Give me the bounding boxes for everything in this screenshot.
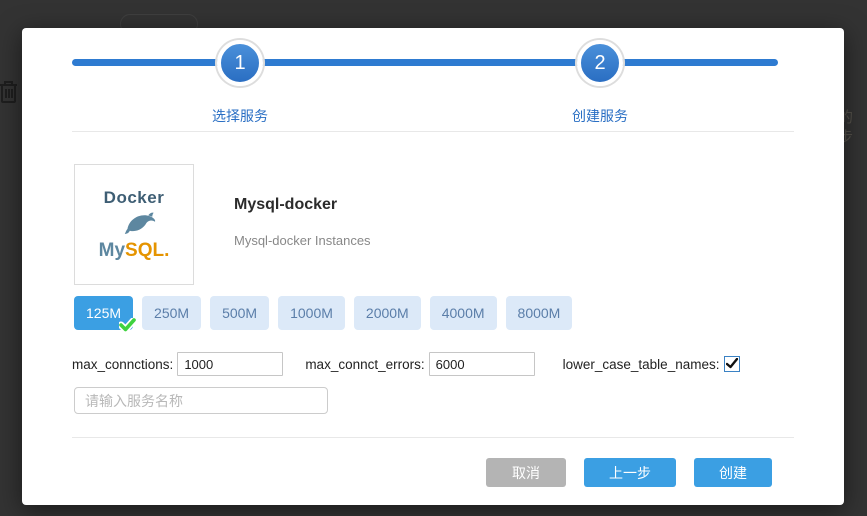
footer-actions: 取消 上一步 创建 <box>486 458 772 487</box>
stepper-progress-bar <box>72 59 778 66</box>
memory-option-250m[interactable]: 250M <box>142 296 202 330</box>
step-1-label[interactable]: 选择服务 <box>212 106 268 126</box>
previous-step-button[interactable]: 上一步 <box>584 458 676 487</box>
docker-wordmark: Docker <box>103 187 165 207</box>
memory-option-4000m[interactable]: 4000M <box>429 296 497 330</box>
selected-check-icon <box>117 316 138 335</box>
create-service-modal: 1 2 选择服务 创建服务 Docker MySQL. Mysql-docker… <box>22 28 844 505</box>
cancel-button[interactable]: 取消 <box>486 458 566 487</box>
divider <box>72 131 794 132</box>
memory-option-8000m[interactable]: 8000M <box>505 296 573 330</box>
service-card: Docker MySQL. Mysql-docker Mysql-docker … <box>74 164 371 285</box>
trash-icon <box>0 77 18 110</box>
max-connect-errors-input[interactable] <box>428 352 535 376</box>
memory-option-125m[interactable]: 125M <box>74 296 138 333</box>
max-connections-label: max_connctions: <box>72 356 174 372</box>
create-button[interactable]: 创建 <box>694 458 772 487</box>
lower-case-table-names-checkbox[interactable] <box>724 356 741 372</box>
service-subtitle: Mysql-docker Instances <box>234 233 371 248</box>
checkmark-icon <box>726 357 739 372</box>
mysql-dolphin-icon <box>123 210 159 242</box>
config-form-row: max_connctions: max_connct_errors: lower… <box>72 352 794 376</box>
mysql-wordmark: MySQL. <box>98 239 170 261</box>
memory-option-500m[interactable]: 500M <box>210 296 270 330</box>
memory-option-label: 125M <box>86 305 122 321</box>
memory-option-1000m[interactable]: 1000M <box>278 296 345 330</box>
divider <box>72 437 794 438</box>
step-1-circle[interactable]: 1 <box>217 40 263 86</box>
mysql-docker-logo: Docker MySQL. <box>74 164 194 285</box>
memory-option-2000m[interactable]: 2000M <box>353 296 421 330</box>
max-connections-input[interactable] <box>177 352 284 376</box>
lower-case-table-names-label: lower_case_table_names: <box>562 356 720 372</box>
service-name-input[interactable] <box>74 387 328 414</box>
step-2-circle[interactable]: 2 <box>577 40 623 86</box>
step-2-label[interactable]: 创建服务 <box>572 106 628 126</box>
memory-options: 125M 250M 500M 1000M 2000M 4000M 8000M <box>74 296 573 333</box>
service-title: Mysql-docker <box>234 196 338 213</box>
max-connect-errors-label: max_connct_errors: <box>305 356 425 372</box>
